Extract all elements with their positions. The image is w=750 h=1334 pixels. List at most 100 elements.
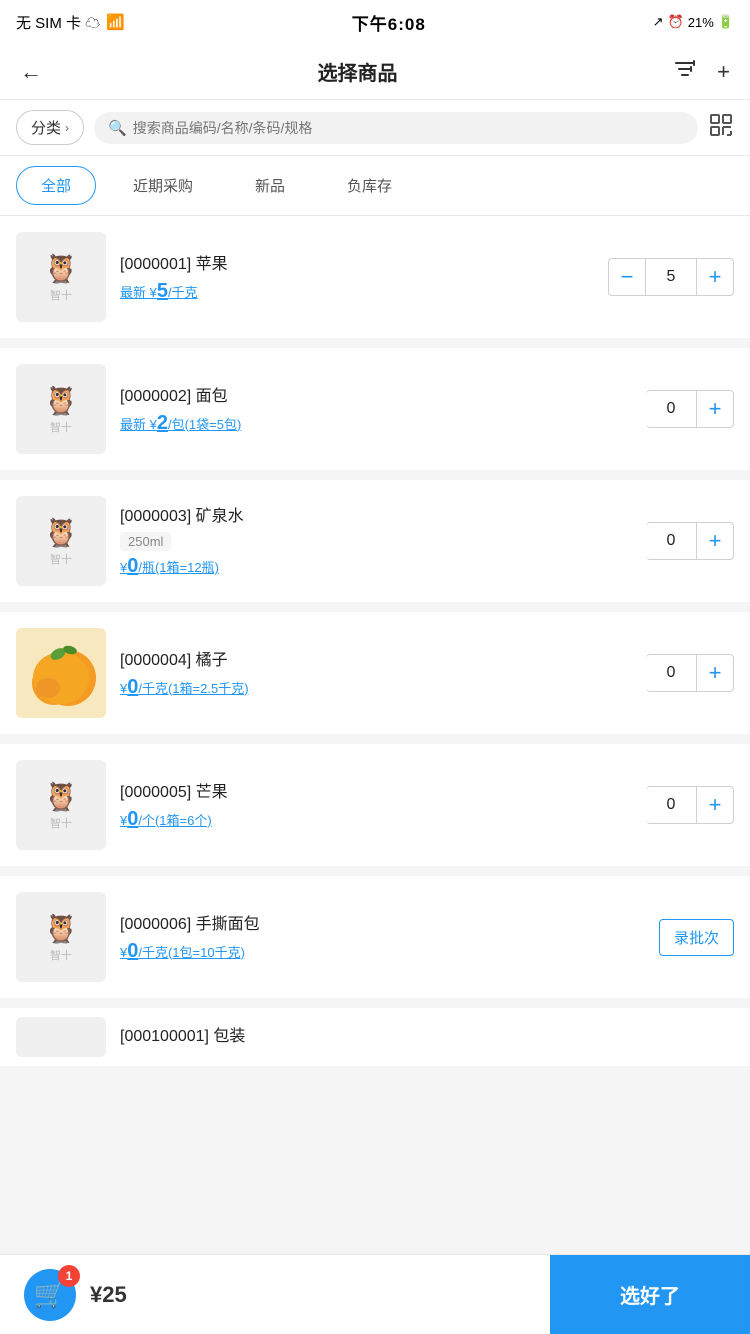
quantity-input[interactable] <box>646 258 696 296</box>
product-list: 🦉 智十 [0000001] 苹果 最新 ¥5/千克 − + 🦉 智十 [000… <box>0 216 750 1066</box>
tab-new[interactable]: 新品 <box>230 166 310 205</box>
quantity-control: + <box>646 522 734 560</box>
list-item: 🦉 智十 [0000001] 苹果 最新 ¥5/千克 − + <box>0 216 750 338</box>
filter-bar: 分类 › 🔍 <box>0 100 750 156</box>
product-name: [0000002] 面包 <box>120 382 632 406</box>
brand-text: 智十 <box>50 419 72 435</box>
price-amount: 0 <box>127 940 138 962</box>
product-thumbnail: 🦉 智十 <box>16 760 106 850</box>
product-name: [0000001] 苹果 <box>120 250 594 274</box>
tab-bar: 全部 近期采购 新品 负库存 <box>0 156 750 216</box>
product-price: 最新 ¥5/千克 <box>120 280 594 303</box>
product-thumbnail: 🦉 智十 <box>16 364 106 454</box>
plus-button[interactable]: + <box>696 258 734 296</box>
quantity-control: + <box>646 654 734 692</box>
price-unit: /千克(1箱=2.5千克) <box>138 681 248 696</box>
alarm-icon: ⏰ <box>668 14 684 30</box>
product-info: [0000001] 苹果 最新 ¥5/千克 <box>120 250 594 305</box>
cart-total: ¥25 <box>90 1282 127 1308</box>
back-button[interactable]: ← <box>20 59 42 85</box>
quantity-control: + <box>646 786 734 824</box>
plus-button[interactable]: + <box>696 390 734 428</box>
product-thumbnail <box>16 628 106 718</box>
wifi-icon: 📶 <box>106 13 125 31</box>
quantity-input[interactable] <box>646 522 696 560</box>
plus-button[interactable]: + <box>696 786 734 824</box>
product-thumbnail <box>16 1017 106 1057</box>
search-box: 🔍 <box>94 112 698 144</box>
tab-negative-stock[interactable]: 负库存 <box>322 166 417 205</box>
brand-text: 智十 <box>50 815 72 831</box>
price-amount: 2 <box>157 412 168 434</box>
quantity-input[interactable] <box>646 786 696 824</box>
confirm-button[interactable]: 选好了 <box>550 1255 750 1334</box>
owl-icon: 🦉 <box>44 780 79 813</box>
product-info: [000100001] 包装 <box>120 1022 734 1052</box>
list-item: [0000004] 橘子 ¥0/千克(1箱=2.5千克) + <box>0 612 750 734</box>
filter-icon[interactable] <box>673 57 697 87</box>
cart-button[interactable]: 🛒 1 <box>24 1269 76 1321</box>
tab-all[interactable]: 全部 <box>16 166 96 205</box>
product-name: [0000003] 矿泉水 <box>120 502 632 526</box>
battery-icon: 🔋 <box>718 14 734 30</box>
price-amount: 5 <box>157 280 168 302</box>
product-name: [000100001] 包装 <box>120 1022 734 1046</box>
price-prefix: 最新 ¥ <box>120 417 157 432</box>
category-chevron-icon: › <box>65 121 69 135</box>
list-item: 🦉 智十 [0000006] 手撕面包 ¥0/千克(1包=10千克) 录批次 <box>0 876 750 998</box>
price-unit: /千克 <box>168 285 198 300</box>
batch-button[interactable]: 录批次 <box>659 919 734 956</box>
owl-icon: 🦉 <box>44 384 79 417</box>
quantity-input[interactable] <box>646 390 696 428</box>
nav-bar: ← 选择商品 + <box>0 44 750 100</box>
bottom-bar: 🛒 1 ¥25 选好了 <box>0 1254 750 1334</box>
scan-icon[interactable] <box>708 112 734 144</box>
product-name: [0000005] 芒果 <box>120 778 632 802</box>
list-item: 🦉 智十 [0000003] 矿泉水 250ml ¥0/瓶(1箱=12瓶) + <box>0 480 750 602</box>
plus-button[interactable]: + <box>696 522 734 560</box>
product-thumbnail: 🦉 智十 <box>16 232 106 322</box>
price-unit: /瓶(1箱=12瓶) <box>138 560 219 575</box>
page-title: 选择商品 <box>318 57 398 86</box>
status-left: 无 SIM 卡 ☁ 📶 <box>16 12 125 33</box>
cart-badge: 1 <box>58 1265 80 1287</box>
quantity-control: 录批次 <box>659 919 734 956</box>
sim-label: 无 SIM 卡 ☁ <box>16 12 100 33</box>
plus-button[interactable]: + <box>696 654 734 692</box>
product-name: [0000004] 橘子 <box>120 646 632 670</box>
quantity-control: − + <box>608 258 734 296</box>
location-icon: ↗ <box>653 14 664 30</box>
cart-area: 🛒 1 ¥25 <box>0 1269 127 1321</box>
category-button[interactable]: 分类 › <box>16 110 84 145</box>
product-thumbnail: 🦉 智十 <box>16 892 106 982</box>
product-price: 最新 ¥2/包(1袋=5包) <box>120 412 632 435</box>
owl-icon: 🦉 <box>44 912 79 945</box>
battery-percent: 21% <box>688 15 714 30</box>
product-price: ¥0/千克(1箱=2.5千克) <box>120 676 632 699</box>
tab-recent[interactable]: 近期采购 <box>108 166 218 205</box>
nav-actions: + <box>673 57 730 87</box>
status-bar: 无 SIM 卡 ☁ 📶 下午6:08 ↗ ⏰ 21% 🔋 <box>0 0 750 44</box>
brand-text: 智十 <box>50 287 72 303</box>
price-amount: 0 <box>127 808 138 830</box>
quantity-control: + <box>646 390 734 428</box>
quantity-input[interactable] <box>646 654 696 692</box>
search-input[interactable] <box>133 120 684 136</box>
category-label: 分类 <box>31 117 61 138</box>
status-right: ↗ ⏰ 21% 🔋 <box>653 14 734 30</box>
list-item: 🦉 智十 [0000002] 面包 最新 ¥2/包(1袋=5包) + <box>0 348 750 470</box>
price-unit: /千克(1包=10千克) <box>138 945 245 960</box>
search-icon: 🔍 <box>108 119 127 137</box>
minus-button[interactable]: − <box>608 258 646 296</box>
product-info: [0000002] 面包 最新 ¥2/包(1袋=5包) <box>120 382 632 437</box>
add-icon[interactable]: + <box>717 59 730 85</box>
price-prefix: 最新 ¥ <box>120 285 157 300</box>
price-amount: 0 <box>127 676 138 698</box>
brand-text: 智十 <box>50 947 72 963</box>
price-unit: /个(1箱=6个) <box>138 813 211 828</box>
product-info: [0000003] 矿泉水 250ml ¥0/瓶(1箱=12瓶) <box>120 502 632 580</box>
list-item: 🦉 智十 [0000005] 芒果 ¥0/个(1箱=6个) + <box>0 744 750 866</box>
list-item: [000100001] 包装 <box>0 1008 750 1066</box>
product-thumbnail: 🦉 智十 <box>16 496 106 586</box>
product-price: ¥0/千克(1包=10千克) <box>120 940 645 963</box>
